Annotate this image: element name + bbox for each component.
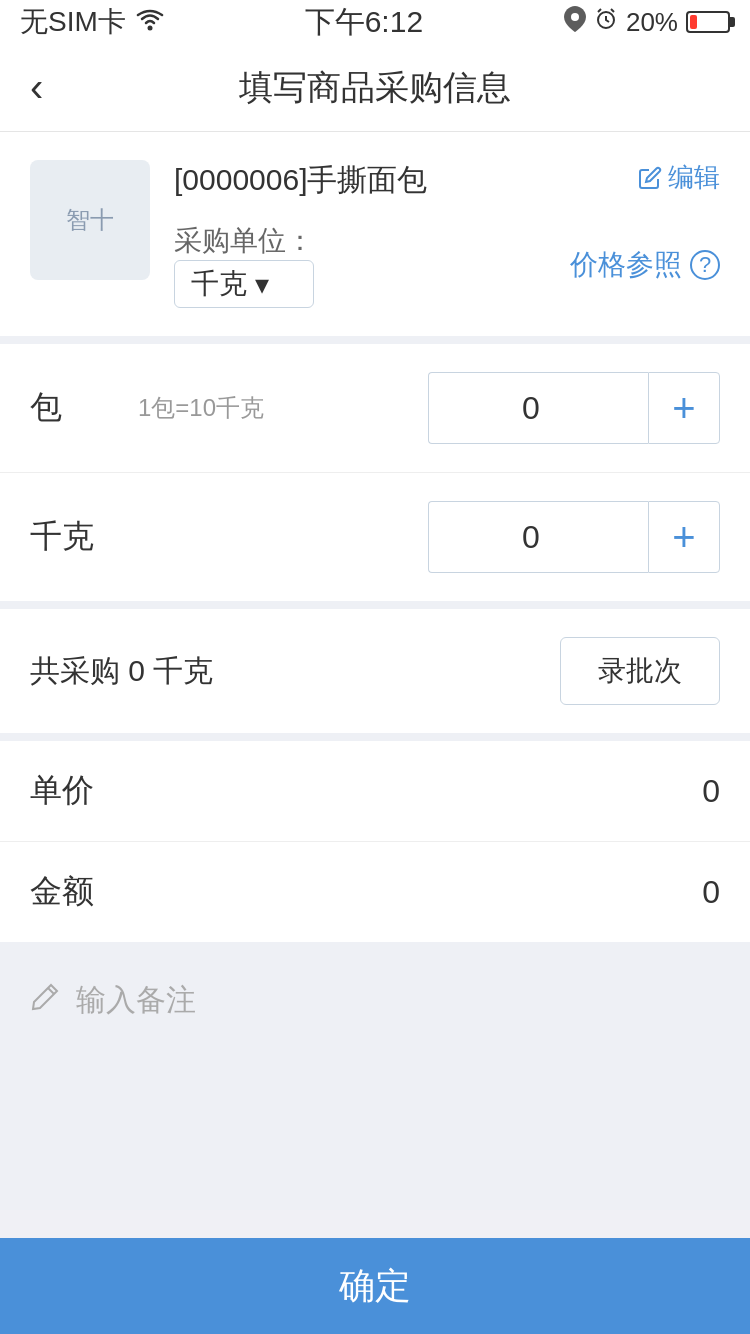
- bag-input-row: 包 1包=10千克 +: [0, 344, 750, 473]
- remark-area[interactable]: 输入备注: [0, 950, 750, 1210]
- bag-sub-label: 1包=10千克: [138, 392, 264, 424]
- bag-input[interactable]: [428, 372, 648, 444]
- battery-icon: [686, 11, 730, 33]
- kg-label: 千克: [30, 515, 130, 559]
- edit-button[interactable]: 编辑: [638, 160, 720, 195]
- price-ref-button[interactable]: 价格参照 ?: [570, 246, 720, 284]
- kg-input-row: 千克 +: [0, 473, 750, 601]
- amount-row: 金额 0: [0, 842, 750, 950]
- status-bar: 无SIM卡 下午6:12 20%: [0, 0, 750, 44]
- unit-price-label: 单价: [30, 769, 94, 813]
- product-logo-text: 智十: [66, 204, 114, 236]
- location-icon: [564, 6, 586, 39]
- bag-input-group: +: [428, 372, 720, 444]
- alarm-icon: [594, 7, 618, 38]
- status-time: 下午6:12: [305, 2, 423, 43]
- product-unit-row: 采购单位： 千克 ▾ 价格参照 ?: [174, 221, 720, 308]
- unit-section: 采购单位： 千克 ▾: [174, 221, 314, 308]
- amount-label: 金额: [30, 870, 94, 914]
- product-name: [0000006]手撕面包: [174, 160, 427, 201]
- page-title: 填写商品采购信息: [239, 65, 511, 111]
- record-batch-button[interactable]: 录批次: [560, 637, 720, 705]
- svg-point-1: [571, 13, 579, 21]
- product-info: [0000006]手撕面包 编辑 采购单位： 千克 ▾: [174, 160, 720, 308]
- nav-bar: ‹ 填写商品采购信息: [0, 44, 750, 132]
- kg-input[interactable]: [428, 501, 648, 573]
- quantity-section: 包 1包=10千克 + 千克 +: [0, 344, 750, 609]
- product-image: 智十: [30, 160, 150, 280]
- price-ref-label: 价格参照: [570, 246, 682, 284]
- help-icon: ?: [690, 250, 720, 280]
- unit-price-row: 单价 0: [0, 741, 750, 842]
- edit-label: 编辑: [668, 160, 720, 195]
- unit-price-value: 0: [702, 773, 720, 810]
- product-header: [0000006]手撕面包 编辑: [174, 160, 720, 201]
- summary-row: 共采购 0 千克 录批次: [0, 609, 750, 741]
- back-button[interactable]: ‹: [30, 65, 43, 110]
- pencil-icon: [30, 982, 60, 1020]
- confirm-button[interactable]: 确定: [0, 1238, 750, 1334]
- kg-plus-button[interactable]: +: [648, 501, 720, 573]
- status-right: 20%: [564, 6, 730, 39]
- kg-input-group: +: [428, 501, 720, 573]
- battery-fill: [690, 15, 697, 29]
- summary-text: 共采购 0 千克: [30, 651, 213, 692]
- bag-label: 包: [30, 386, 130, 430]
- unit-value: 千克: [191, 265, 247, 303]
- svg-point-0: [147, 26, 152, 31]
- amount-value: 0: [702, 874, 720, 911]
- wifi-icon: [136, 6, 164, 38]
- carrier-label: 无SIM卡: [20, 3, 126, 41]
- dropdown-arrow-icon: ▾: [255, 268, 269, 301]
- status-left: 无SIM卡: [20, 3, 164, 41]
- unit-label: 采购单位：: [174, 225, 314, 256]
- page-content: 智十 [0000006]手撕面包 编辑 采购单位： 千克 ▾: [0, 132, 750, 1306]
- bag-plus-button[interactable]: +: [648, 372, 720, 444]
- product-card: 智十 [0000006]手撕面包 编辑 采购单位： 千克 ▾: [0, 132, 750, 344]
- remark-placeholder: 输入备注: [76, 980, 196, 1021]
- battery-percentage: 20%: [626, 7, 678, 38]
- unit-select[interactable]: 千克 ▾: [174, 260, 314, 308]
